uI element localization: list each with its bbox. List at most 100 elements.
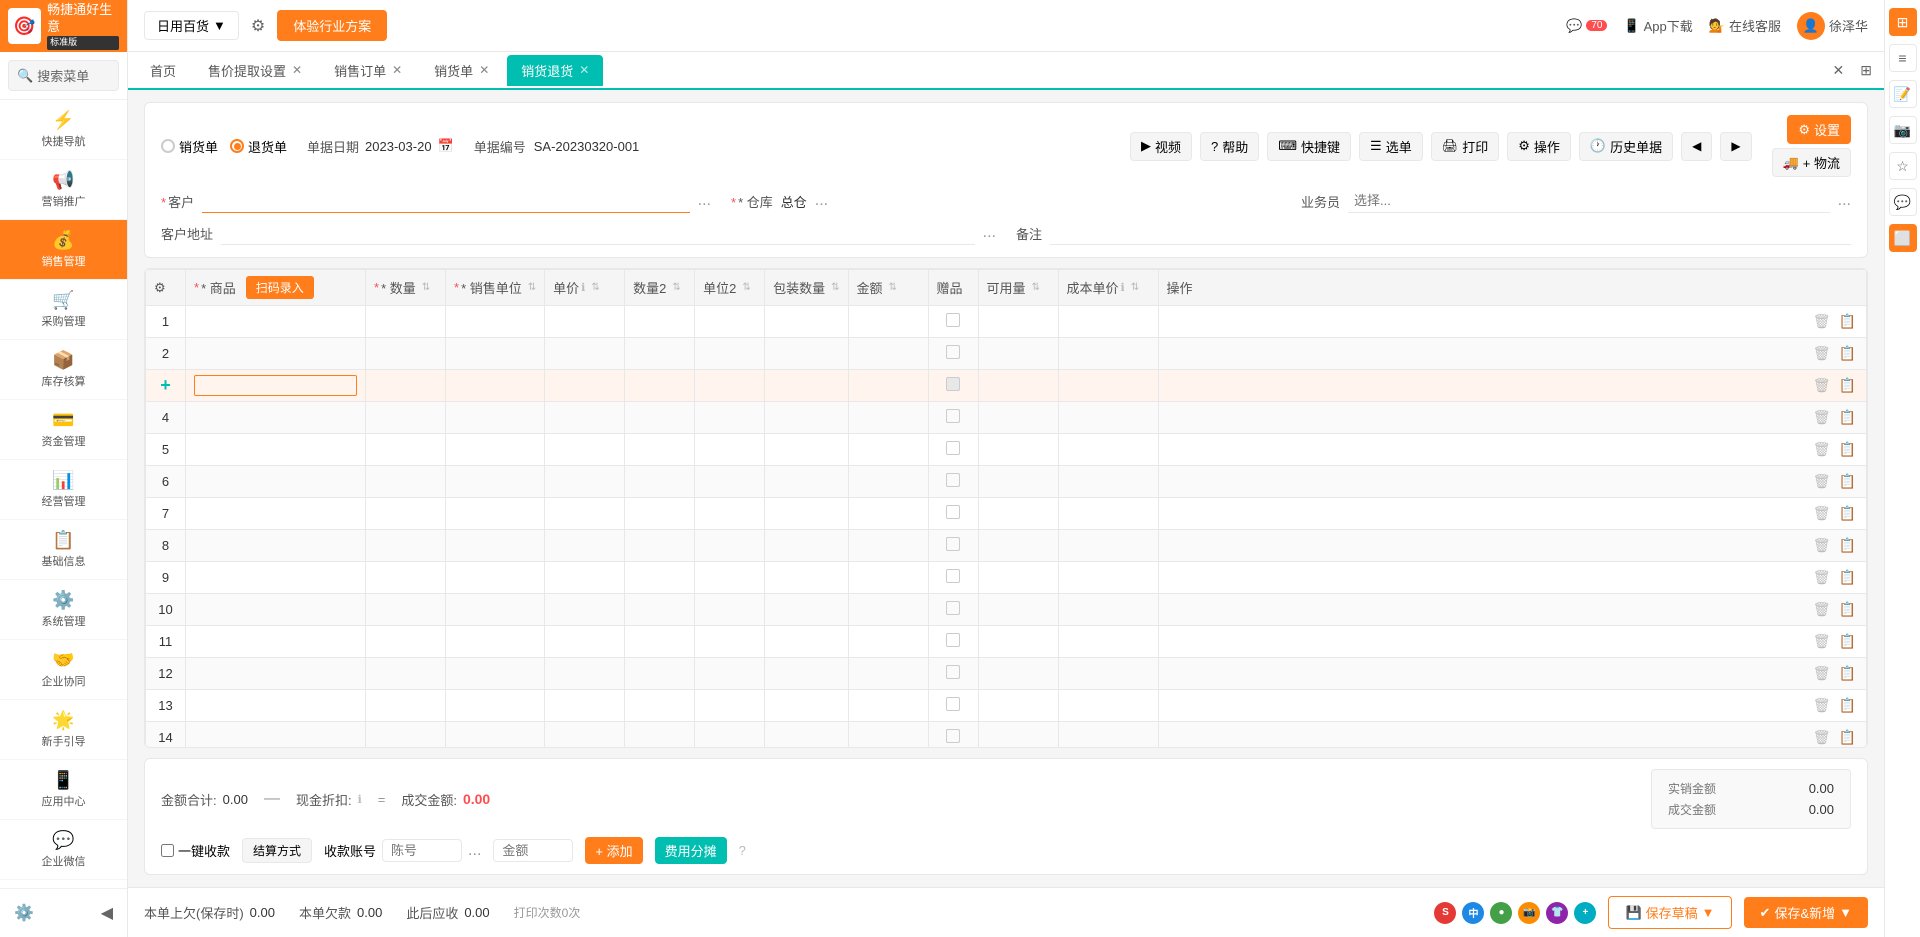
copy-row-button[interactable]: 📋	[1837, 631, 1858, 652]
select-button[interactable]: ☰ 选单	[1359, 132, 1423, 161]
note-input[interactable]	[1050, 221, 1851, 245]
calc-method-button[interactable]: 结算方式	[242, 838, 312, 863]
online-service-button[interactable]: 💁 在线客服	[1709, 16, 1781, 35]
customer-dots-button[interactable]: ...	[698, 192, 711, 210]
sidebar-item-basic[interactable]: 📋 基础信息	[0, 520, 127, 580]
tab-sales-return[interactable]: 销货退货 ✕	[507, 55, 603, 86]
tabs-close-button[interactable]: ✕	[1829, 58, 1849, 83]
tabs-layout-button[interactable]: ⊞	[1856, 58, 1876, 83]
next-record-button[interactable]: ▶	[1720, 132, 1751, 161]
tab-price-setting[interactable]: 售价提取设置 ✕	[194, 55, 316, 86]
topbar-settings-button[interactable]: ⚙	[247, 12, 269, 40]
sidebar-item-inventory[interactable]: 📦 库存核算	[0, 340, 127, 400]
delete-row-button[interactable]: 🗑	[1811, 631, 1833, 652]
one-click-payment[interactable]: 一键收款	[161, 841, 230, 860]
delete-row-button[interactable]: 🗑	[1811, 407, 1833, 428]
prev-record-button[interactable]: ◀	[1681, 132, 1712, 161]
sidebar-item-guide[interactable]: 🌟 新手引导	[0, 700, 127, 760]
add-row-button[interactable]: +	[156, 375, 175, 396]
unit2-sort-icon[interactable]: ⇅	[742, 282, 750, 293]
row-unit2-active[interactable]	[695, 370, 765, 402]
gift-checkbox[interactable]	[946, 601, 960, 615]
row-pack-qty[interactable]	[765, 338, 848, 370]
salesperson-dots-button[interactable]: ...	[1838, 192, 1851, 210]
sidebar-item-apps[interactable]: 📱 应用中心	[0, 760, 127, 820]
sidebar-item-system[interactable]: ⚙️ 系统管理	[0, 580, 127, 640]
scan-button[interactable]: 扫码录入	[246, 276, 314, 299]
app-download-button[interactable]: 📱 App下载	[1623, 16, 1692, 35]
product-active-input[interactable]	[194, 375, 357, 396]
qty2-sort-icon[interactable]: ⇅	[672, 282, 680, 293]
gift-checkbox[interactable]	[946, 441, 960, 455]
gift-checkbox[interactable]	[946, 473, 960, 487]
row-product[interactable]	[186, 338, 366, 370]
radio-return[interactable]: 退货单	[230, 137, 287, 156]
row-gift-active[interactable]	[928, 370, 978, 402]
delete-row-button[interactable]: 🗑	[1811, 663, 1833, 684]
row-amount[interactable]	[848, 306, 928, 338]
sidebar-item-operations[interactable]: 📊 经营管理	[0, 460, 127, 520]
user-profile[interactable]: 👤 徐泽华	[1797, 12, 1868, 40]
row-amount-active[interactable]	[848, 370, 928, 402]
sidebar-item-sales[interactable]: 💰 销售管理	[0, 220, 127, 280]
row-unit[interactable]	[446, 306, 545, 338]
row-price[interactable]	[545, 338, 625, 370]
one-click-checkbox[interactable]	[161, 844, 174, 857]
customer-input[interactable]	[202, 189, 690, 213]
copy-row-button[interactable]: 📋	[1837, 695, 1858, 716]
sidebar-item-enterprise[interactable]: 🤝 企业协同	[0, 640, 127, 700]
tab-sales-delivery[interactable]: 销货单 ✕	[420, 55, 503, 86]
shortcut-button[interactable]: ⌨ 快捷键	[1267, 132, 1351, 161]
help-button[interactable]: ? 帮助	[1200, 132, 1259, 161]
copy-row-button[interactable]: 📋	[1837, 471, 1858, 492]
history-button[interactable]: 🕐 历史单据	[1579, 132, 1673, 161]
close-icon[interactable]: ✕	[579, 63, 589, 77]
close-icon[interactable]: ✕	[479, 63, 489, 77]
daily-goods-button[interactable]: 日用百货 ▼	[144, 11, 239, 40]
right-action-button[interactable]: ⬜	[1889, 224, 1917, 252]
chat-right-button[interactable]: 💬	[1889, 188, 1917, 216]
delete-row-button[interactable]: 🗑	[1811, 599, 1833, 620]
sidebar-item-marketing[interactable]: 📢 营销推广	[0, 160, 127, 220]
avail-sort-icon[interactable]: ⇅	[1032, 282, 1040, 293]
amount-sort-icon[interactable]: ⇅	[889, 282, 897, 293]
row-price-active[interactable]	[545, 370, 625, 402]
gift-checkbox[interactable]	[946, 729, 960, 743]
pack-sort-icon[interactable]: ⇅	[831, 282, 839, 293]
row-cost-price-active[interactable]	[1058, 370, 1158, 402]
note-button[interactable]: 📝	[1889, 80, 1917, 108]
copy-row-button[interactable]: 📋	[1837, 407, 1858, 428]
unit-sort-icon[interactable]: ⇅	[528, 282, 536, 293]
row-gift[interactable]	[928, 306, 978, 338]
delete-row-button[interactable]: 🗑	[1811, 727, 1833, 748]
cost-info-icon[interactable]: ℹ	[1121, 281, 1125, 294]
sidebar-item-member[interactable]: V 畅会员	[0, 880, 127, 888]
address-dots-button[interactable]: ...	[983, 224, 996, 242]
gift-checkbox[interactable]	[946, 505, 960, 519]
account-id-input[interactable]	[382, 839, 462, 862]
row-quantity[interactable]	[366, 338, 446, 370]
row-product[interactable]	[186, 306, 366, 338]
gift-checkbox[interactable]	[946, 569, 960, 583]
copy-row-button[interactable]: 📋	[1837, 599, 1858, 620]
price-sort-icon[interactable]: ⇅	[591, 282, 599, 293]
tab-home[interactable]: 首页	[136, 55, 190, 86]
row-qty2[interactable]	[625, 306, 695, 338]
trial-button[interactable]: 体验行业方案	[277, 10, 387, 41]
row-available[interactable]	[978, 338, 1058, 370]
delete-row-button[interactable]: 🗑	[1811, 311, 1833, 332]
copy-row-button[interactable]: 📋	[1837, 663, 1858, 684]
calendar-icon[interactable]: 📅	[438, 138, 454, 154]
sidebar-item-wechat[interactable]: 💬 企业微信	[0, 820, 127, 880]
amount-input[interactable]	[493, 839, 573, 862]
row-quantity-active[interactable]	[366, 370, 446, 402]
gift-checkbox[interactable]	[946, 409, 960, 423]
qty-sort-icon[interactable]: ⇅	[422, 282, 430, 293]
copy-row-button[interactable]: 📋	[1837, 343, 1858, 364]
sidebar-item-finance[interactable]: 💳 资金管理	[0, 400, 127, 460]
star-button[interactable]: ☆	[1889, 152, 1917, 180]
gift-checkbox-active[interactable]	[946, 377, 960, 391]
row-qty2-active[interactable]	[625, 370, 695, 402]
row-quantity[interactable]	[366, 306, 446, 338]
warehouse-dots-button[interactable]: ...	[815, 192, 828, 210]
